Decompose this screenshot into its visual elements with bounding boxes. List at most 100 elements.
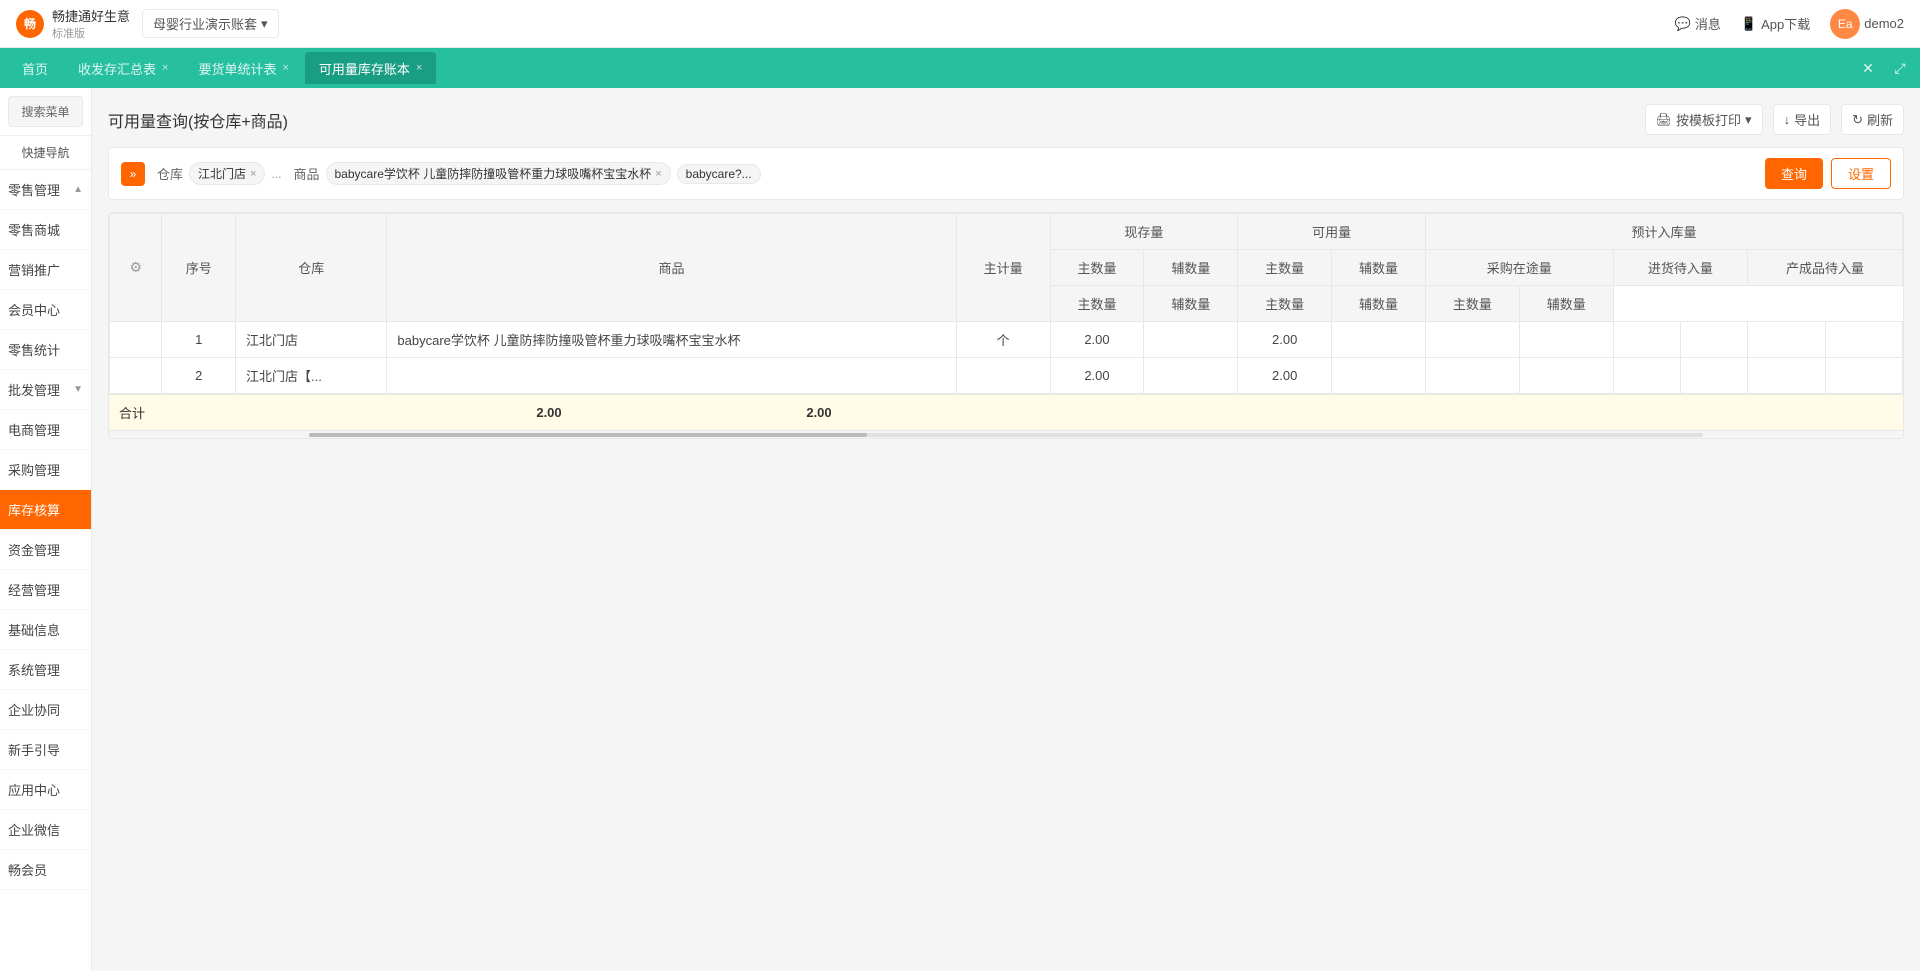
warehouse-tag-remove[interactable]: × [250,168,256,180]
search-menu-btn[interactable]: 搜索菜单 [8,96,83,127]
row-incoming-main-1 [1613,358,1680,394]
sidebar-item-basic-info[interactable]: 基础信息 [0,610,91,650]
chevron-down-icon2: ▼ [73,384,83,395]
col-available-aux-header: 辅数量 [1332,250,1426,286]
message-btn[interactable]: 💬 消息 [1675,14,1721,33]
export-icon: ↓ [1784,112,1791,127]
sidebar-item-ecommerce-mgmt[interactable]: 电商管理 [0,410,91,450]
close-all-tabs-btn[interactable]: ✕ [1856,56,1880,80]
col-settings-header[interactable]: ⚙ [110,214,162,322]
logo-area: 畅 畅捷通好生意 标准版 [16,6,130,41]
fullscreen-btn[interactable]: ⤢ [1888,56,1912,80]
sidebar-item-zero-sales-label: 零售管理 [8,180,60,199]
quick-nav-btn[interactable]: 快捷导航 [0,136,91,170]
row-production-aux-0 [1825,322,1903,358]
sidebar-item-member-center[interactable]: 会员中心 [0,290,91,330]
app-download-btn[interactable]: 📱 App下载 [1741,14,1810,33]
warehouse-tag-0: 江北门店 × [189,162,265,185]
col-procurement-header: 采购在途量 [1425,250,1613,286]
col-procurement-aux-header: 辅数量 [1144,286,1238,322]
sidebar-item-wholesale-mgmt[interactable]: 批发管理 ▼ [0,370,91,410]
tab-home-label: 首页 [22,59,48,78]
sidebar-item-online-store[interactable]: 零售商城 [0,210,91,250]
sidebar-item-wholesale-mgmt-label: 批发管理 [8,380,60,399]
sidebar-item-finance-mgmt-label: 资金管理 [8,540,60,559]
row-available-aux-1 [1332,358,1426,394]
row-main-unit-1 [956,358,1050,394]
col-product-header: 商品 [387,214,956,322]
print-icon: 🖨 [1656,112,1673,128]
user-area[interactable]: Ea demo2 [1830,9,1904,39]
tab-income-expense-close[interactable]: × [162,62,168,74]
sidebar-item-basic-info-label: 基础信息 [8,620,60,639]
warehouse-label: 仓库 [157,164,183,183]
sidebar-item-enterprise-wechat[interactable]: 企业微信 [0,810,91,850]
page-title: 可用量查询(按仓库+商品) [108,108,288,132]
filter-bar: » 仓库 江北门店 × ... 商品 babycare学饮杯 儿童防摔防撞吸管杯… [108,147,1904,200]
sidebar-item-retail-stats[interactable]: 零售统计 [0,330,91,370]
warehouse-more-dots[interactable]: ... [271,167,281,181]
row-available-main-1: 2.00 [1238,358,1332,394]
sidebar-item-system-mgmt[interactable]: 系统管理 [0,650,91,690]
product-tag-text: babycare学饮杯 儿童防摔防撞吸管杯重力球吸嘴杯宝宝水杯 [335,165,652,182]
tab-order-stats-close[interactable]: × [282,62,288,74]
print-arrow: ▾ [1745,112,1752,128]
product-tag-1: babycare?... [677,164,761,184]
sidebar-item-app-center[interactable]: 应用中心 [0,770,91,810]
product-filter: 商品 babycare学饮杯 儿童防摔防撞吸管杯重力球吸嘴杯宝宝水杯 × bab… [293,162,760,185]
avatar: Ea [1830,9,1860,39]
product-label: 商品 [293,164,319,183]
warehouse-filter: 仓库 江北门店 × ... [157,162,281,185]
sidebar-item-ops-mgmt[interactable]: 经营管理 [0,570,91,610]
sidebar-item-app-center-label: 应用中心 [8,780,60,799]
sidebar-item-member[interactable]: 畅会员 [0,850,91,890]
tab-income-expense[interactable]: 收发存汇总表 × [64,52,182,84]
footer-label: 合计 [119,406,145,421]
product-tag-remove[interactable]: × [655,168,661,180]
sidebar-item-ecommerce-mgmt-label: 电商管理 [8,420,60,439]
sidebar-item-enterprise-collab[interactable]: 企业协同 [0,690,91,730]
table-footer: 合计 2.00 2.00 [109,394,1903,430]
scrollbar-thumb[interactable] [309,433,867,437]
row-production-main-1 [1748,358,1825,394]
sidebar-item-finance-mgmt[interactable]: 资金管理 [0,530,91,570]
sidebar: 搜索菜单 快捷导航 零售管理 ▲ 零售商城 营销推广 会员中心 零售统计 批发管… [0,88,92,971]
tab-available-inventory[interactable]: 可用量库存账本 × [305,52,436,84]
logo-text: 畅捷通好生意 [52,6,130,25]
refresh-btn[interactable]: ↻ 刷新 [1841,104,1904,135]
logo-text-area: 畅捷通好生意 标准版 [52,6,130,41]
col-current-main-header: 主数量 [1050,250,1144,286]
row-production-aux-1 [1825,358,1903,394]
product-tag-text-2: babycare?... [686,167,752,181]
col-incoming-header: 进货待入量 [1613,250,1747,286]
row-incoming-main-0 [1613,322,1680,358]
tab-available-inventory-close[interactable]: × [416,62,422,74]
tab-home[interactable]: 首页 [8,52,62,84]
user-name: demo2 [1864,16,1904,31]
query-btn[interactable]: 查询 [1765,158,1823,189]
logo-sub: 标准版 [52,25,130,41]
sidebar-item-zero-sales[interactable]: 零售管理 ▲ [0,170,91,210]
setting-btn[interactable]: 设置 [1831,158,1891,189]
refresh-label: 刷新 [1867,110,1893,129]
industry-selector-text: 母婴行业演示账套 [153,14,257,33]
tab-available-inventory-label: 可用量库存账本 [319,59,410,78]
chevron-up-icon: ▲ [73,184,83,195]
tab-order-stats[interactable]: 要货单统计表 × [184,52,302,84]
sidebar-item-new-guide[interactable]: 新手引导 [0,730,91,770]
industry-selector[interactable]: 母婴行业演示账套 ▾ [142,9,279,38]
export-btn[interactable]: ↓ 导出 [1773,104,1832,135]
print-btn[interactable]: 🖨 按模板打印 ▾ [1645,104,1763,135]
sidebar-item-member-center-label: 会员中心 [8,300,60,319]
sidebar-item-inventory-check[interactable]: 库存核算 [0,490,91,530]
horizontal-scrollbar[interactable] [109,430,1903,438]
tab-income-expense-label: 收发存汇总表 [78,59,156,78]
sidebar-item-inventory-check-label: 库存核算 [8,500,60,519]
sidebar-item-marketing[interactable]: 营销推广 [0,250,91,290]
filter-expand-btn[interactable]: » [121,162,145,186]
col-production-aux-header: 辅数量 [1519,286,1613,322]
sidebar-item-purchase-mgmt[interactable]: 采购管理 [0,450,91,490]
row-procurement-main-0 [1425,322,1519,358]
col-main-unit-header: 主计量 [956,214,1050,322]
col-current-aux-header: 辅数量 [1144,250,1238,286]
